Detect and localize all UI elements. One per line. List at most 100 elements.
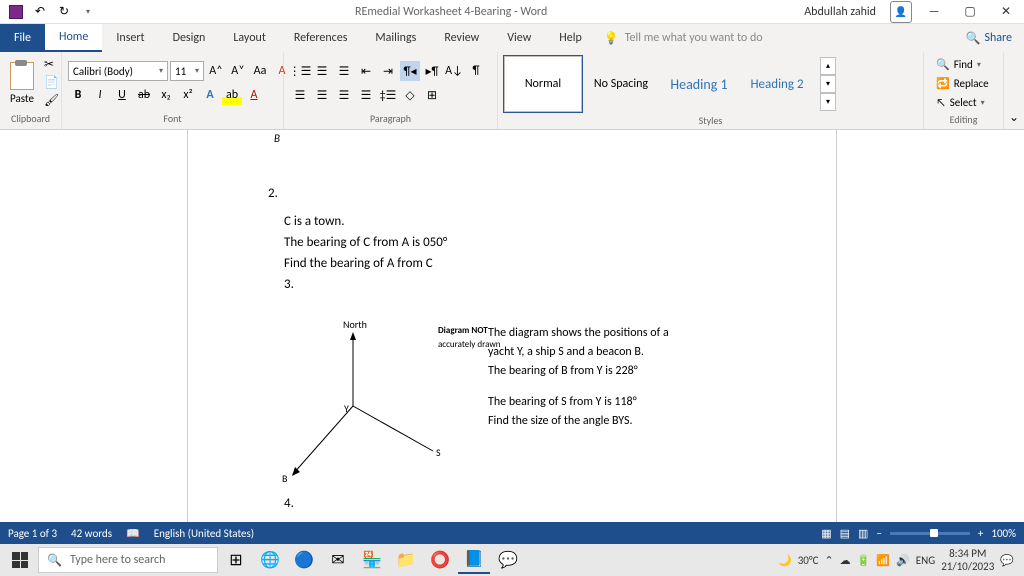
tray-clock[interactable]: 8:34 PM 21/10/2023 — [941, 547, 994, 573]
qat-customize[interactable]: ▾ — [78, 2, 98, 22]
shading-button[interactable]: ◇ — [400, 85, 420, 105]
decrease-indent-button[interactable]: ⇤ — [356, 61, 376, 81]
taskbar-mail[interactable]: ✉ — [322, 546, 354, 574]
show-marks-button[interactable]: ¶ — [466, 61, 486, 81]
tab-insert[interactable]: Insert — [102, 24, 158, 52]
taskbar-whatsapp[interactable]: 💬 — [492, 546, 524, 574]
zoom-slider[interactable] — [890, 532, 970, 535]
view-web-button[interactable]: ▥ — [858, 527, 868, 540]
justify-button[interactable]: ☰ — [356, 85, 376, 105]
select-button[interactable]: ↖Select▾ — [934, 94, 993, 111]
ltr-button[interactable]: ¶◂ — [400, 61, 420, 81]
save-button[interactable] — [6, 2, 26, 22]
tray-notifications-icon[interactable]: 💬 — [1000, 554, 1014, 567]
format-painter-button[interactable]: 🖌 — [44, 93, 62, 109]
rtl-button[interactable]: ▸¶ — [422, 61, 442, 81]
close-button[interactable]: ✕ — [992, 0, 1020, 24]
zoom-level[interactable]: 100% — [991, 527, 1016, 540]
styles-scroll-up[interactable]: ▴ — [820, 57, 836, 75]
tray-chevron-up-icon[interactable]: ⌃ — [824, 554, 833, 567]
font-size-select[interactable]: 11▾ — [170, 61, 204, 81]
redo-button[interactable]: ↻ — [54, 2, 74, 22]
zoom-in-button[interactable]: + — [978, 527, 983, 540]
taskbar-word[interactable]: 📘 — [458, 546, 490, 574]
tab-references[interactable]: References — [280, 24, 362, 52]
styles-scroll-down[interactable]: ▾ — [820, 75, 836, 93]
cursor-icon: ↖ — [936, 96, 946, 109]
change-case-button[interactable]: Aa — [250, 61, 270, 81]
style-nospacing[interactable]: No Spacing — [582, 56, 660, 112]
zoom-out-button[interactable]: − — [876, 527, 881, 540]
tab-file[interactable]: File — [0, 24, 45, 52]
cut-button[interactable]: ✂ — [44, 57, 62, 73]
numbering-button[interactable]: ☰ — [312, 61, 332, 81]
status-words[interactable]: 42 words — [71, 527, 112, 540]
tab-layout[interactable]: Layout — [219, 24, 280, 52]
document-area[interactable]: B 2. C is a town. The bearing of C from … — [0, 130, 1024, 540]
status-language[interactable]: English (United States) — [154, 527, 254, 540]
user-avatar[interactable]: 👤 — [890, 1, 912, 23]
text-effects-button[interactable]: A — [200, 85, 220, 105]
superscript-button[interactable]: x² — [178, 85, 198, 105]
tray-volume-icon[interactable]: 🔊 — [896, 554, 910, 567]
styles-group-label: Styles — [504, 114, 917, 129]
start-button[interactable] — [4, 546, 36, 574]
replace-button[interactable]: 🔁Replace — [934, 75, 993, 92]
tray-temp[interactable]: 30°C — [798, 554, 819, 567]
styles-more[interactable]: ▾ — [820, 93, 836, 111]
tab-mailings[interactable]: Mailings — [361, 24, 430, 52]
style-heading1[interactable]: Heading 1 — [660, 56, 738, 112]
undo-button[interactable]: ↶ — [30, 2, 50, 22]
taskbar-store[interactable]: 🏪 — [356, 546, 388, 574]
tab-view[interactable]: View — [493, 24, 545, 52]
line-spacing-button[interactable]: ‡☰ — [378, 85, 398, 105]
tray-language[interactable]: ENG — [916, 554, 935, 567]
increase-indent-button[interactable]: ⇥ — [378, 61, 398, 81]
tab-home[interactable]: Home — [45, 24, 102, 52]
underline-button[interactable]: U — [112, 85, 132, 105]
tray-battery-icon[interactable]: 🔋 — [857, 554, 871, 567]
grow-font-button[interactable]: A˄ — [206, 61, 226, 81]
subscript-button[interactable]: x₂ — [156, 85, 176, 105]
view-print-button[interactable]: ▤ — [840, 527, 850, 540]
bullets-button[interactable]: ⋮☰ — [290, 61, 310, 81]
tell-me-search[interactable]: 💡 Tell me what you want to do — [596, 31, 966, 46]
tab-design[interactable]: Design — [159, 24, 220, 52]
minimize-button[interactable]: — — [920, 0, 948, 24]
font-family-select[interactable]: Calibri (Body)▾ — [68, 61, 168, 81]
status-proofing-icon[interactable]: 📖 — [126, 527, 140, 540]
tray-wifi-icon[interactable]: 📶 — [876, 554, 890, 567]
multilevel-button[interactable]: ☰ — [334, 61, 354, 81]
align-right-button[interactable]: ☰ — [334, 85, 354, 105]
weather-icon[interactable]: 🌙 — [778, 554, 792, 567]
font-color-button[interactable]: A — [244, 85, 264, 105]
task-view-button[interactable]: ⊞ — [220, 546, 252, 574]
share-button[interactable]: 🔍 Share — [965, 31, 1024, 46]
paste-button[interactable]: Paste — [6, 58, 38, 109]
bold-button[interactable]: B — [68, 85, 88, 105]
taskbar-search[interactable]: 🔍 Type here to search — [38, 547, 218, 573]
style-normal[interactable]: Normal — [504, 56, 582, 112]
taskbar-chrome[interactable]: ⭕ — [424, 546, 456, 574]
collapse-ribbon-button[interactable]: ⌄ — [1004, 52, 1024, 129]
maximize-button[interactable]: ▢ — [956, 0, 984, 24]
align-left-button[interactable]: ☰ — [290, 85, 310, 105]
taskbar-app1[interactable]: 🔵 — [288, 546, 320, 574]
copy-button[interactable]: 📄 — [44, 75, 62, 91]
borders-button[interactable]: ⊞ — [422, 85, 442, 105]
taskbar-explorer[interactable]: 📁 — [390, 546, 422, 574]
strikethrough-button[interactable]: ab — [134, 85, 154, 105]
sort-button[interactable]: A↓ — [444, 61, 464, 81]
view-read-button[interactable]: ▦ — [821, 527, 831, 540]
style-heading2[interactable]: Heading 2 — [738, 56, 816, 112]
tab-review[interactable]: Review — [430, 24, 493, 52]
shrink-font-button[interactable]: A˅ — [228, 61, 248, 81]
italic-button[interactable]: I — [90, 85, 110, 105]
align-center-button[interactable]: ☰ — [312, 85, 332, 105]
status-page[interactable]: Page 1 of 3 — [8, 527, 57, 540]
taskbar-edge[interactable]: 🌐 — [254, 546, 286, 574]
highlight-button[interactable]: ab — [222, 85, 242, 105]
find-button[interactable]: 🔍Find▾ — [934, 56, 993, 73]
tray-onedrive-icon[interactable]: ☁ — [840, 554, 851, 567]
tab-help[interactable]: Help — [545, 24, 596, 52]
